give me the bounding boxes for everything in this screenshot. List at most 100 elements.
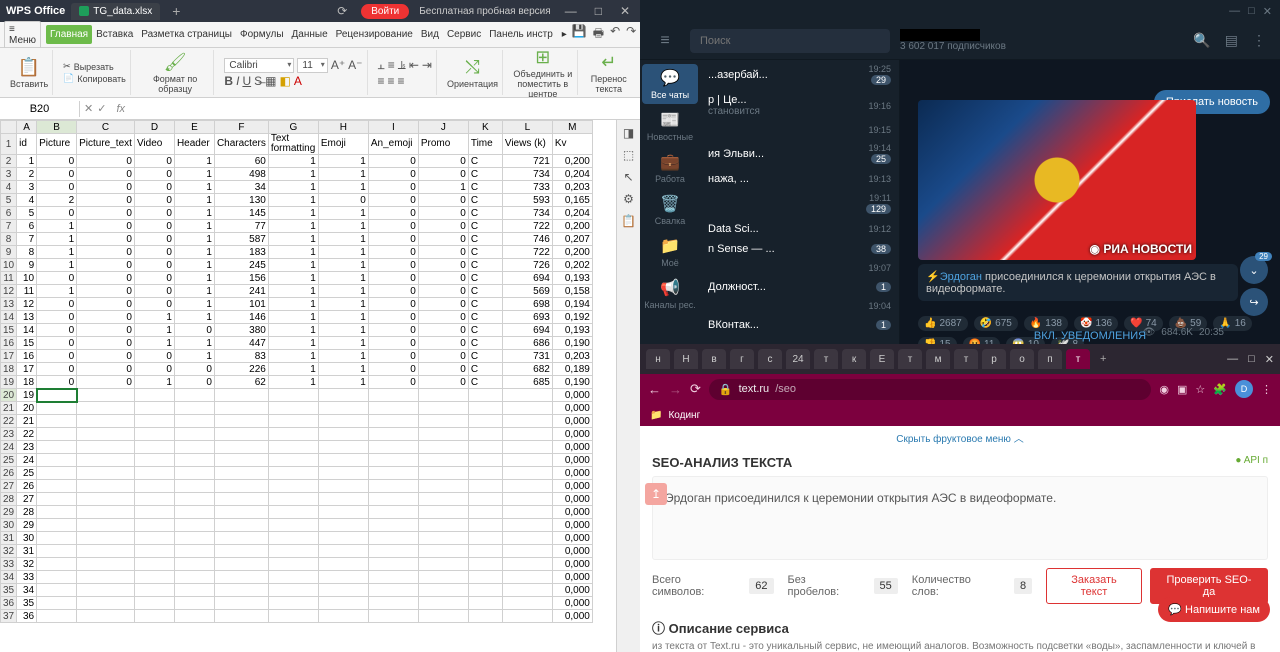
cell[interactable] [268, 467, 318, 480]
cell[interactable] [268, 519, 318, 532]
cell[interactable] [134, 467, 174, 480]
cell[interactable]: 746 [502, 233, 552, 246]
cell[interactable]: 1 [318, 246, 368, 259]
cell[interactable] [418, 532, 468, 545]
chat-item[interactable]: ...азербай...19:2529 [700, 60, 899, 90]
cell[interactable]: 0,204 [552, 168, 592, 181]
select-icon[interactable]: ⬚ [623, 148, 634, 162]
cell[interactable] [77, 415, 135, 428]
cell[interactable]: 0 [77, 220, 135, 233]
cell[interactable] [37, 441, 77, 454]
cell[interactable] [468, 610, 502, 623]
cancel-formula-icon[interactable]: ✕ [84, 102, 93, 115]
cell[interactable]: 0,193 [552, 272, 592, 285]
browser-tab[interactable]: т [898, 349, 922, 369]
cell[interactable] [268, 545, 318, 558]
cell[interactable]: C [468, 376, 502, 389]
cell[interactable]: 1 [174, 155, 214, 168]
cell[interactable]: 0,000 [552, 493, 592, 506]
cell[interactable]: 26 [17, 480, 37, 493]
cell[interactable]: 1 [174, 194, 214, 207]
chat-item[interactable]: ия Эльви...19:1425 [700, 139, 899, 169]
cell[interactable] [77, 597, 135, 610]
cell[interactable] [174, 441, 214, 454]
cell[interactable] [37, 571, 77, 584]
cell[interactable] [318, 454, 368, 467]
cell[interactable]: 1 [268, 324, 318, 337]
cell[interactable]: 0 [134, 220, 174, 233]
cell[interactable] [268, 532, 318, 545]
cell[interactable]: 24 [17, 454, 37, 467]
cell[interactable]: C [468, 324, 502, 337]
reload-button[interactable]: ⟳ [690, 381, 701, 397]
cell[interactable]: 0 [37, 298, 77, 311]
cell[interactable] [318, 467, 368, 480]
cell[interactable]: 0 [134, 246, 174, 259]
menu-Разметка страницы[interactable]: Разметка страницы [137, 25, 236, 44]
cell[interactable] [368, 506, 418, 519]
cell[interactable]: 694 [502, 272, 552, 285]
cell[interactable] [134, 610, 174, 623]
cell[interactable]: 0 [134, 272, 174, 285]
cell[interactable]: 0,000 [552, 532, 592, 545]
cell[interactable]: 1 [318, 285, 368, 298]
col-L[interactable]: L [502, 121, 552, 134]
indent-inc-icon[interactable]: ⇥ [422, 58, 432, 72]
cell[interactable]: C [468, 363, 502, 376]
cell[interactable]: 0,000 [552, 571, 592, 584]
scroll-down-button[interactable]: ⌄29 [1240, 256, 1268, 284]
cell[interactable] [418, 506, 468, 519]
layout-icon[interactable]: ▤ [1225, 32, 1238, 49]
italic-icon[interactable]: I [236, 74, 239, 88]
cell[interactable] [174, 610, 214, 623]
cell[interactable]: 1 [318, 168, 368, 181]
chat-fab[interactable]: 💬 Напишите нам [1158, 597, 1270, 622]
maximize-button[interactable]: □ [1248, 353, 1255, 366]
cell[interactable]: 1 [174, 285, 214, 298]
bold-icon[interactable]: B [224, 74, 233, 88]
cell[interactable] [502, 467, 552, 480]
cell[interactable]: 4 [17, 194, 37, 207]
reaction[interactable]: 🤡136 [1074, 316, 1118, 331]
cell[interactable]: 0 [37, 272, 77, 285]
cell[interactable] [214, 389, 268, 402]
cell[interactable] [77, 558, 135, 571]
cell[interactable]: 0 [134, 298, 174, 311]
reaction[interactable]: 🤣675 [974, 316, 1018, 331]
cell[interactable]: 0,200 [552, 246, 592, 259]
cell[interactable] [174, 389, 214, 402]
cell[interactable]: 734 [502, 207, 552, 220]
cell[interactable]: 1 [174, 246, 214, 259]
cell[interactable]: 1 [318, 181, 368, 194]
cell[interactable] [318, 545, 368, 558]
cell[interactable]: C [468, 181, 502, 194]
cell[interactable] [214, 480, 268, 493]
cell[interactable] [468, 519, 502, 532]
header-cell[interactable]: Picture [37, 134, 77, 155]
cell[interactable]: 0,190 [552, 376, 592, 389]
cell[interactable] [134, 428, 174, 441]
cell[interactable] [77, 389, 135, 402]
cell[interactable]: 1 [268, 272, 318, 285]
cell[interactable]: 1 [134, 324, 174, 337]
cell[interactable]: 1 [268, 181, 318, 194]
clipboard-icon[interactable]: 📋 [621, 214, 636, 228]
cell[interactable]: 101 [214, 298, 268, 311]
cell[interactable]: 2 [17, 168, 37, 181]
cell[interactable] [37, 610, 77, 623]
rail-Моё[interactable]: 📁Моё [642, 232, 698, 272]
cell[interactable] [468, 428, 502, 441]
cell[interactable]: 380 [214, 324, 268, 337]
cell[interactable] [134, 545, 174, 558]
cell[interactable] [268, 389, 318, 402]
cell[interactable]: 0 [37, 207, 77, 220]
rail-Новостные[interactable]: 📰Новостные [642, 106, 698, 146]
cell[interactable] [368, 454, 418, 467]
cell[interactable] [77, 610, 135, 623]
header-cell[interactable]: Kv [552, 134, 592, 155]
cell[interactable] [134, 597, 174, 610]
cell[interactable] [37, 545, 77, 558]
font-shrink-icon[interactable]: A⁻ [348, 58, 362, 72]
cell[interactable] [37, 428, 77, 441]
cell[interactable]: 156 [214, 272, 268, 285]
